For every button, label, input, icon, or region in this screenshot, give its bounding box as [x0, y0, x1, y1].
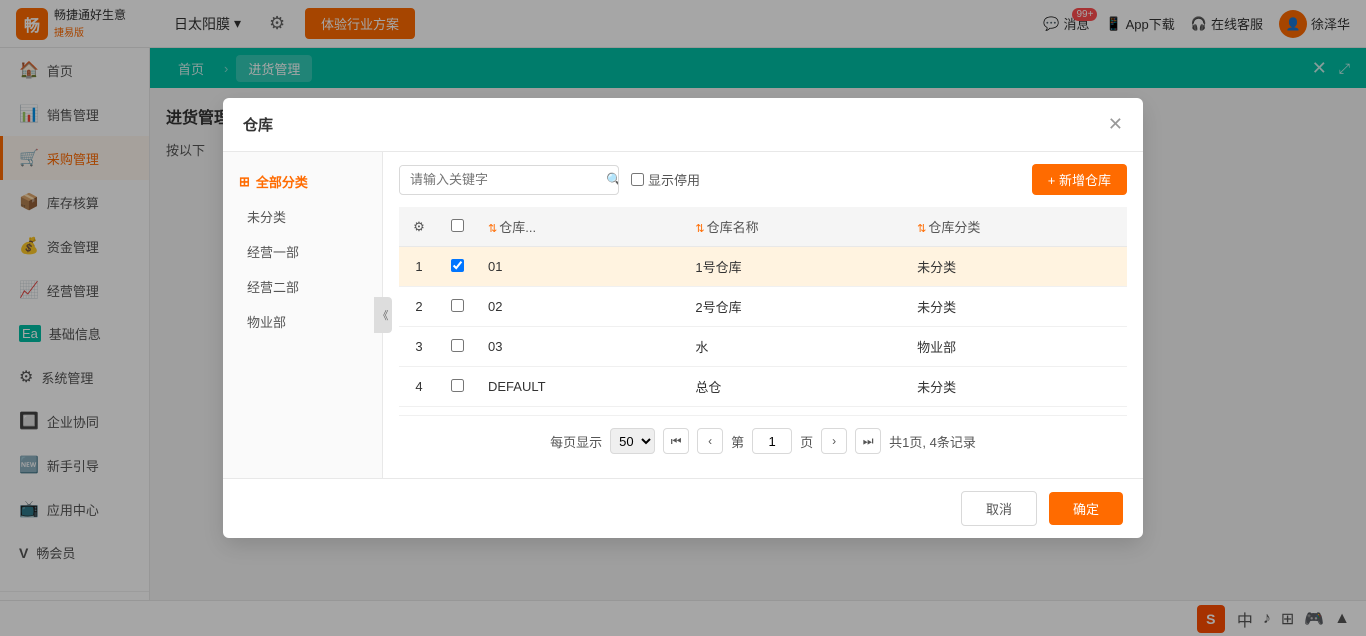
total-info: 共1页, 4条记录 [889, 432, 976, 451]
row-code-0: 01 [476, 247, 683, 287]
row-index-1: 2 [399, 287, 439, 327]
grid-icon: ⊞ [239, 174, 250, 190]
row-category-0: 未分类 [905, 247, 1127, 287]
th-code: ⇅仓库... [476, 207, 683, 247]
row-check-0[interactable] [451, 259, 464, 272]
modal-toolbar: 🔍 显示停用 + 新增仓库 [399, 164, 1127, 195]
table-header-row: ⚙ ⇅仓库... ⇅仓库名称 ⇅仓库分类 [399, 207, 1127, 247]
show-disabled-label[interactable]: 显示停用 [631, 170, 700, 189]
table-head: ⚙ ⇅仓库... ⇅仓库名称 ⇅仓库分类 [399, 207, 1127, 247]
row-name-2: 水 [683, 327, 905, 367]
pagination: 每页显示 50 ⏮ ‹ 第 页 › ⏭ 共1页, 4条记录 [399, 415, 1127, 466]
sort-icon-code: ⇅ [488, 223, 497, 235]
prev-page-button[interactable]: ‹ [697, 428, 723, 454]
modal-main: 🔍 显示停用 + 新增仓库 ⚙ [383, 152, 1143, 478]
row-name-1: 2号仓库 [683, 287, 905, 327]
row-check-3[interactable] [451, 379, 464, 392]
modal-close-button[interactable]: ✕ [1108, 114, 1123, 135]
all-category-item[interactable]: ⊞ 全部分类 [223, 164, 382, 199]
category-dept1[interactable]: 经营一部 [223, 234, 382, 269]
table-row[interactable]: 4 DEFAULT 总仓 未分类 [399, 367, 1127, 407]
search-input[interactable] [400, 166, 596, 193]
add-warehouse-button[interactable]: + 新增仓库 [1032, 164, 1127, 195]
category-property[interactable]: 物业部 [223, 304, 382, 339]
first-page-button[interactable]: ⏮ [663, 428, 689, 454]
row-check-1[interactable] [451, 299, 464, 312]
table-row[interactable]: 3 03 水 物业部 [399, 327, 1127, 367]
show-disabled-checkbox[interactable] [631, 173, 644, 186]
search-icon[interactable]: 🔍 [596, 166, 619, 194]
modal-sidebar: ⊞ 全部分类 未分类 经营一部 经营二部 物业部 《 [223, 152, 383, 478]
row-checkbox-3[interactable] [439, 367, 476, 407]
row-category-2: 物业部 [905, 327, 1127, 367]
cancel-button[interactable]: 取消 [961, 491, 1037, 526]
warehouse-table: ⚙ ⇅仓库... ⇅仓库名称 ⇅仓库分类 1 01 1号仓库 未分类 2 [399, 207, 1127, 407]
sidebar-collapse-button[interactable]: 《 [374, 297, 392, 333]
page-unit-label: 页 [800, 432, 813, 451]
show-disabled-text: 显示停用 [648, 170, 700, 189]
category-dept2[interactable]: 经营二部 [223, 269, 382, 304]
sort-icon-category: ⇅ [917, 223, 926, 235]
last-page-button[interactable]: ⏭ [855, 428, 881, 454]
table-body: 1 01 1号仓库 未分类 2 02 2号仓库 未分类 3 03 水 物业部 4… [399, 247, 1127, 407]
row-code-3: DEFAULT [476, 367, 683, 407]
category-unclassified[interactable]: 未分类 [223, 199, 382, 234]
row-category-3: 未分类 [905, 367, 1127, 407]
modal-overlay[interactable]: 仓库 ✕ ⊞ 全部分类 未分类 经营一部 经营二部 物业部 《 [0, 0, 1366, 636]
confirm-button[interactable]: 确定 [1049, 492, 1123, 525]
table-row[interactable]: 2 02 2号仓库 未分类 [399, 287, 1127, 327]
row-checkbox-1[interactable] [439, 287, 476, 327]
modal-body: ⊞ 全部分类 未分类 经营一部 经营二部 物业部 《 🔍 [223, 152, 1143, 478]
sort-icon-name: ⇅ [695, 223, 704, 235]
row-index-2: 3 [399, 327, 439, 367]
th-category: ⇅仓库分类 [905, 207, 1127, 247]
row-category-1: 未分类 [905, 287, 1127, 327]
all-category-label: 全部分类 [256, 172, 308, 191]
page-number-input[interactable] [752, 428, 792, 454]
modal-header: 仓库 ✕ [223, 98, 1143, 152]
modal-title: 仓库 [243, 114, 273, 135]
th-name: ⇅仓库名称 [683, 207, 905, 247]
select-all-checkbox[interactable] [451, 219, 464, 232]
row-name-3: 总仓 [683, 367, 905, 407]
row-index-0: 1 [399, 247, 439, 287]
row-code-1: 02 [476, 287, 683, 327]
row-checkbox-2[interactable] [439, 327, 476, 367]
modal-footer: 取消 确定 [223, 478, 1143, 538]
per-page-label: 每页显示 [550, 432, 602, 451]
per-page-select[interactable]: 50 [610, 428, 655, 454]
th-checkbox [439, 207, 476, 247]
row-checkbox-0[interactable] [439, 247, 476, 287]
row-code-2: 03 [476, 327, 683, 367]
row-name-0: 1号仓库 [683, 247, 905, 287]
row-index-3: 4 [399, 367, 439, 407]
row-check-2[interactable] [451, 339, 464, 352]
th-settings: ⚙ [399, 207, 439, 247]
search-input-wrap: 🔍 [399, 165, 619, 195]
table-container: ⚙ ⇅仓库... ⇅仓库名称 ⇅仓库分类 1 01 1号仓库 未分类 2 [399, 207, 1127, 407]
page-label: 第 [731, 432, 744, 451]
next-page-button[interactable]: › [821, 428, 847, 454]
table-row[interactable]: 1 01 1号仓库 未分类 [399, 247, 1127, 287]
warehouse-modal: 仓库 ✕ ⊞ 全部分类 未分类 经营一部 经营二部 物业部 《 [223, 98, 1143, 538]
